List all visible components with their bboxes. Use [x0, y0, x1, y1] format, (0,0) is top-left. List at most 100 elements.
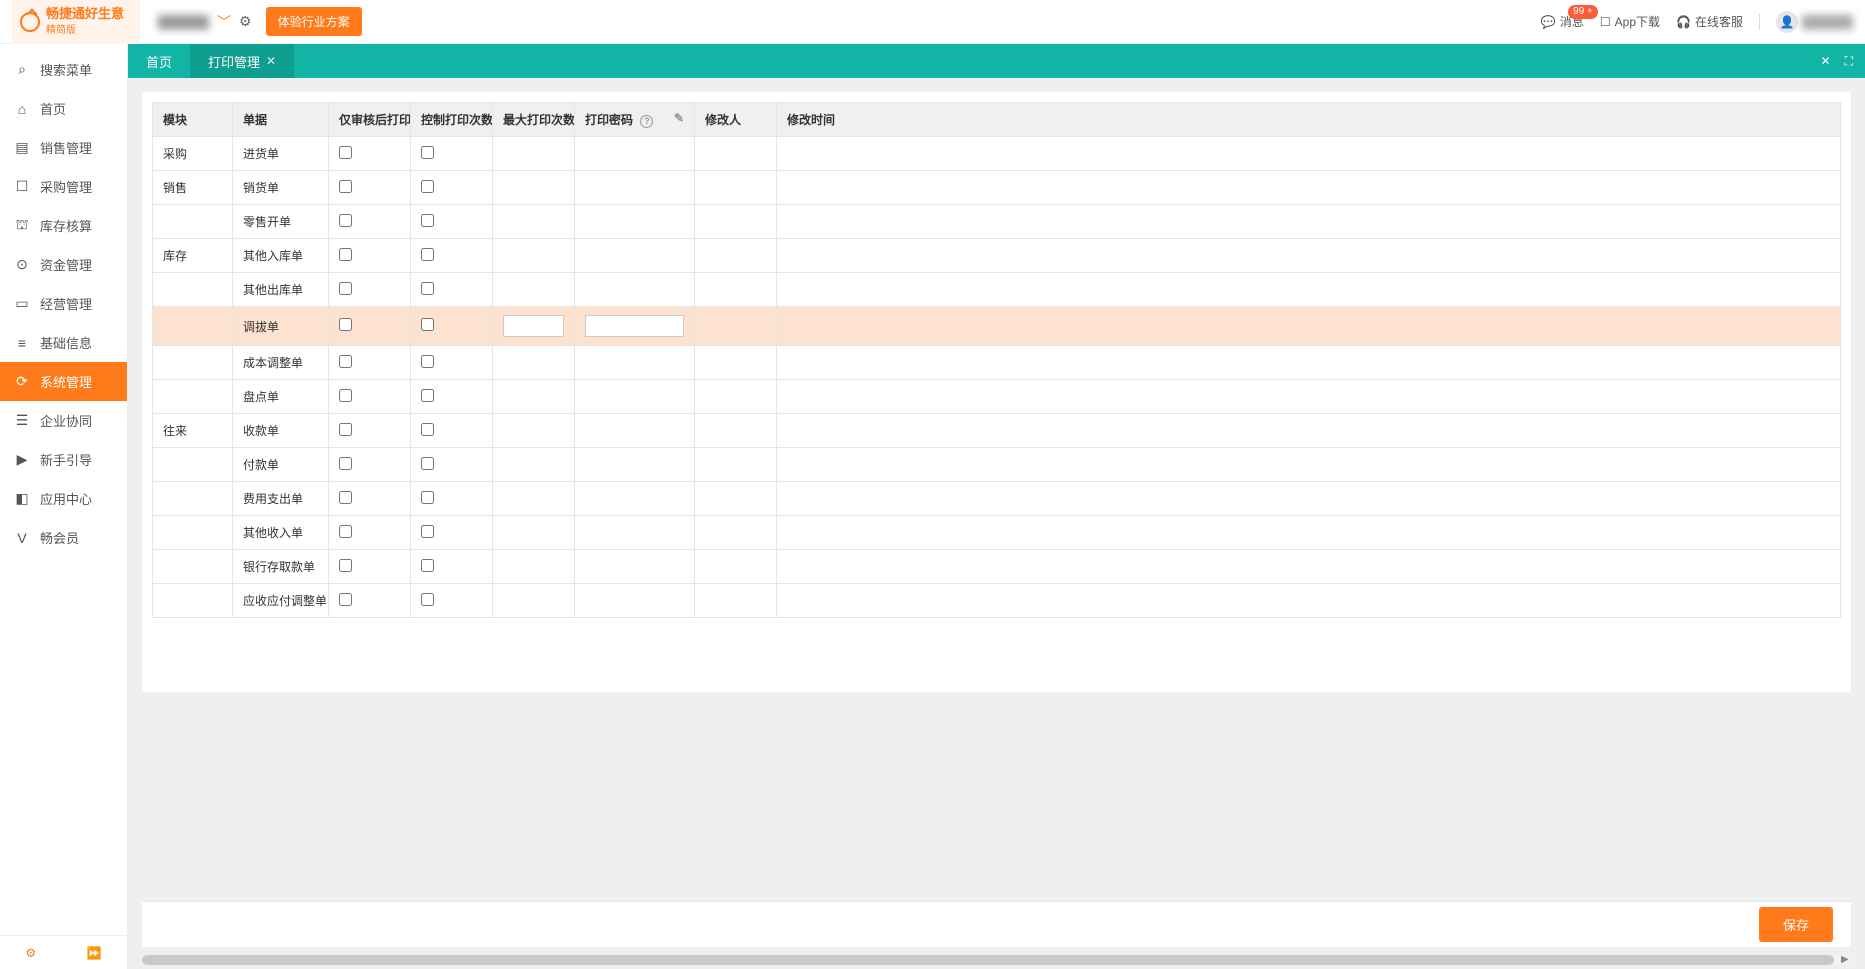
cell-max-count: [493, 205, 575, 239]
control-count-checkbox[interactable]: [421, 146, 434, 159]
sidebar-item-库存核算[interactable]: ⛫库存核算: [0, 206, 127, 245]
th-max-count: 最大打印次数: [493, 103, 575, 137]
sidebar-item-经营管理[interactable]: ▭经营管理: [0, 284, 127, 323]
audit-only-checkbox[interactable]: [339, 282, 352, 295]
cell-control-count: [411, 380, 493, 414]
audit-only-checkbox[interactable]: [339, 180, 352, 193]
control-count-checkbox[interactable]: [421, 389, 434, 402]
sidebar-icon: V: [14, 530, 30, 546]
audit-only-checkbox[interactable]: [339, 457, 352, 470]
cell-max-count: [493, 516, 575, 550]
audit-only-checkbox[interactable]: [339, 491, 352, 504]
audit-only-checkbox[interactable]: [339, 525, 352, 538]
audit-only-checkbox[interactable]: [339, 559, 352, 572]
divider: [1759, 14, 1760, 30]
sidebar-item-畅会员[interactable]: V畅会员: [0, 518, 127, 557]
tab-首页[interactable]: 首页: [128, 44, 190, 78]
cell-control-count: [411, 205, 493, 239]
scrollbar-arrow-right[interactable]: ▶: [1841, 954, 1853, 966]
audit-only-checkbox[interactable]: [339, 214, 352, 227]
cell-doc: 费用支出单: [233, 482, 329, 516]
user-name: ██████: [1802, 15, 1853, 29]
cell-module: [153, 448, 233, 482]
sidebar-list: ⌕搜索菜单⌂首页▤销售管理☐采购管理⛫库存核算⊙资金管理▭经营管理≡基础信息⟳系…: [0, 44, 127, 935]
help-icon[interactable]: ?: [640, 115, 653, 128]
sidebar-item-应用中心[interactable]: ◧ 应用中心: [0, 479, 127, 518]
tab-close-all-icon[interactable]: ✕: [1821, 54, 1831, 68]
audit-only-checkbox[interactable]: [339, 318, 352, 331]
control-count-checkbox[interactable]: [421, 355, 434, 368]
tab-打印管理[interactable]: 打印管理✕: [190, 44, 294, 78]
cell-control-count: [411, 307, 493, 346]
audit-only-checkbox[interactable]: [339, 146, 352, 159]
audit-only-checkbox[interactable]: [339, 355, 352, 368]
control-count-checkbox[interactable]: [421, 525, 434, 538]
control-count-checkbox[interactable]: [421, 457, 434, 470]
cell-modify-time: [777, 584, 1841, 618]
control-count-checkbox[interactable]: [421, 180, 434, 193]
cell-modify-time: [777, 273, 1841, 307]
print-password-input[interactable]: [585, 315, 684, 337]
scrollbar-thumb[interactable]: [142, 955, 1834, 965]
fullscreen-icon[interactable]: ⛶: [1845, 54, 1853, 69]
control-count-checkbox[interactable]: [421, 593, 434, 606]
sidebar-item-首页[interactable]: ⌂首页: [0, 89, 127, 128]
table-row: 零售开单: [153, 205, 1841, 239]
tab-close-icon[interactable]: ✕: [266, 54, 276, 68]
control-count-checkbox[interactable]: [421, 423, 434, 436]
cell-audit-only: [329, 205, 411, 239]
sidebar-item-销售管理[interactable]: ▤销售管理: [0, 128, 127, 167]
control-count-checkbox[interactable]: [421, 491, 434, 504]
sidebar-item-基础信息[interactable]: ≡基础信息: [0, 323, 127, 362]
audit-only-checkbox[interactable]: [339, 593, 352, 606]
cell-password: [575, 307, 695, 346]
cell-control-count: [411, 584, 493, 618]
sidebar-item-系统管理[interactable]: ⟳系统管理: [0, 362, 127, 401]
cell-modifier: [695, 550, 777, 584]
sidebar-icon: ⊙: [14, 256, 30, 273]
horizontal-scrollbar[interactable]: ▶: [142, 955, 1851, 965]
control-count-checkbox[interactable]: [421, 282, 434, 295]
online-service-link[interactable]: 🎧 在线客服: [1676, 13, 1743, 30]
cell-module: [153, 273, 233, 307]
sidebar-item-label: 应用中心: [40, 489, 92, 508]
cell-modifier: [695, 171, 777, 205]
cell-max-count: [493, 137, 575, 171]
org-selector[interactable]: ██████ ﹀ ⚙: [158, 12, 252, 32]
user-menu[interactable]: 👤 ██████: [1776, 11, 1853, 33]
edit-icon[interactable]: ✎: [674, 111, 684, 125]
sidebar-item-新手引导[interactable]: ▶新手引导: [0, 440, 127, 479]
cell-modifier: [695, 414, 777, 448]
chevron-down-icon: ﹀: [217, 12, 231, 32]
save-button[interactable]: 保存: [1759, 907, 1833, 942]
settings-icon[interactable]: ⚙: [25, 946, 36, 960]
logo[interactable]: 畅捷通好生意 精简版: [12, 0, 140, 44]
control-count-checkbox[interactable]: [421, 248, 434, 261]
cell-modify-time: [777, 482, 1841, 516]
audit-only-checkbox[interactable]: [339, 423, 352, 436]
cell-max-count: [493, 448, 575, 482]
control-count-checkbox[interactable]: [421, 214, 434, 227]
app-download-link[interactable]: ☐ App下载: [1600, 13, 1660, 30]
sidebar-icon: ☰: [14, 412, 30, 429]
sidebar-icon: ◧: [14, 490, 30, 507]
cell-module: 库存: [153, 239, 233, 273]
collapse-icon[interactable]: ⏩: [87, 946, 102, 960]
audit-only-checkbox[interactable]: [339, 248, 352, 261]
sidebar-item-资金管理[interactable]: ⊙资金管理: [0, 245, 127, 284]
message-link[interactable]: 💬 消息 99 +: [1541, 13, 1584, 30]
control-count-checkbox[interactable]: [421, 559, 434, 572]
sidebar-item-搜索菜单[interactable]: ⌕搜索菜单: [0, 50, 127, 89]
cell-doc: 其他入库单: [233, 239, 329, 273]
sidebar-item-采购管理[interactable]: ☐采购管理: [0, 167, 127, 206]
cell-control-count: [411, 482, 493, 516]
sidebar-icon: ⟳: [14, 373, 30, 390]
experience-industry-button[interactable]: 体验行业方案: [266, 7, 362, 36]
audit-only-checkbox[interactable]: [339, 389, 352, 402]
app-download-label: App下载: [1615, 13, 1660, 30]
gear-icon[interactable]: ⚙: [239, 13, 252, 30]
sidebar-item-企业协同[interactable]: ☰企业协同: [0, 401, 127, 440]
control-count-checkbox[interactable]: [421, 318, 434, 331]
cell-module: 采购: [153, 137, 233, 171]
max-print-input[interactable]: [503, 315, 564, 337]
